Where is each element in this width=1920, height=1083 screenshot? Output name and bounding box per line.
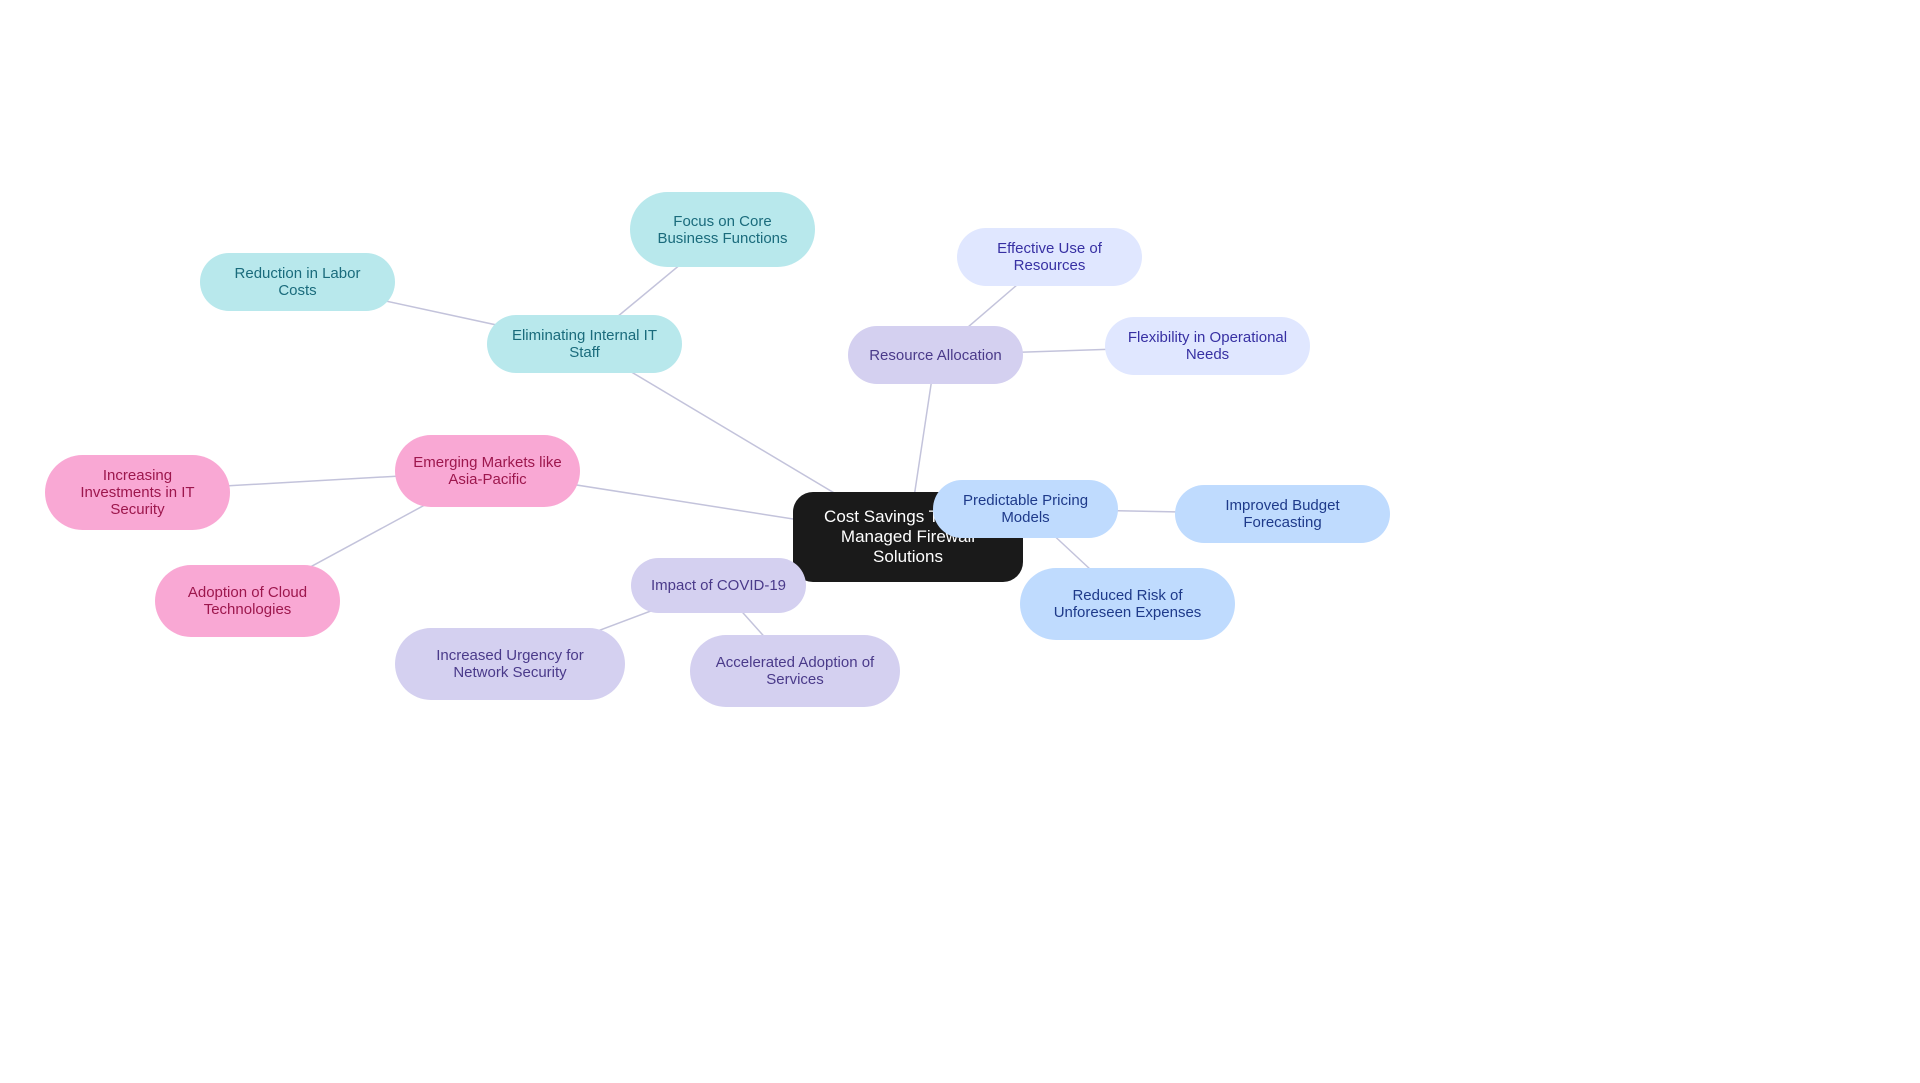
node-predictable-pricing: Predictable Pricing Models — [933, 480, 1118, 538]
node-reduction-labor: Reduction in Labor Costs — [200, 253, 395, 311]
node-improved-budget: Improved Budget Forecasting — [1175, 485, 1390, 543]
mindmap-container: Cost Savings Through Managed Firewall So… — [0, 0, 1920, 1083]
node-increased-urgency: Increased Urgency for Network Security — [395, 628, 625, 700]
node-reduced-risk: Reduced Risk of Unforeseen Expenses — [1020, 568, 1235, 640]
node-flexibility-ops: Flexibility in Operational Needs — [1105, 317, 1310, 375]
node-accelerated-adoption: Accelerated Adoption of Services — [690, 635, 900, 707]
node-emerging-markets: Emerging Markets like Asia-Pacific — [395, 435, 580, 507]
node-adoption-cloud: Adoption of Cloud Technologies — [155, 565, 340, 637]
node-increasing-investments: Increasing Investments in IT Security — [45, 455, 230, 530]
node-eliminating-it: Eliminating Internal IT Staff — [487, 315, 682, 373]
node-effective-resources: Effective Use of Resources — [957, 228, 1142, 286]
node-impact-covid: Impact of COVID-19 — [631, 558, 806, 613]
node-resource-alloc: Resource Allocation — [848, 326, 1023, 384]
node-focus-core: Focus on Core Business Functions — [630, 192, 815, 267]
